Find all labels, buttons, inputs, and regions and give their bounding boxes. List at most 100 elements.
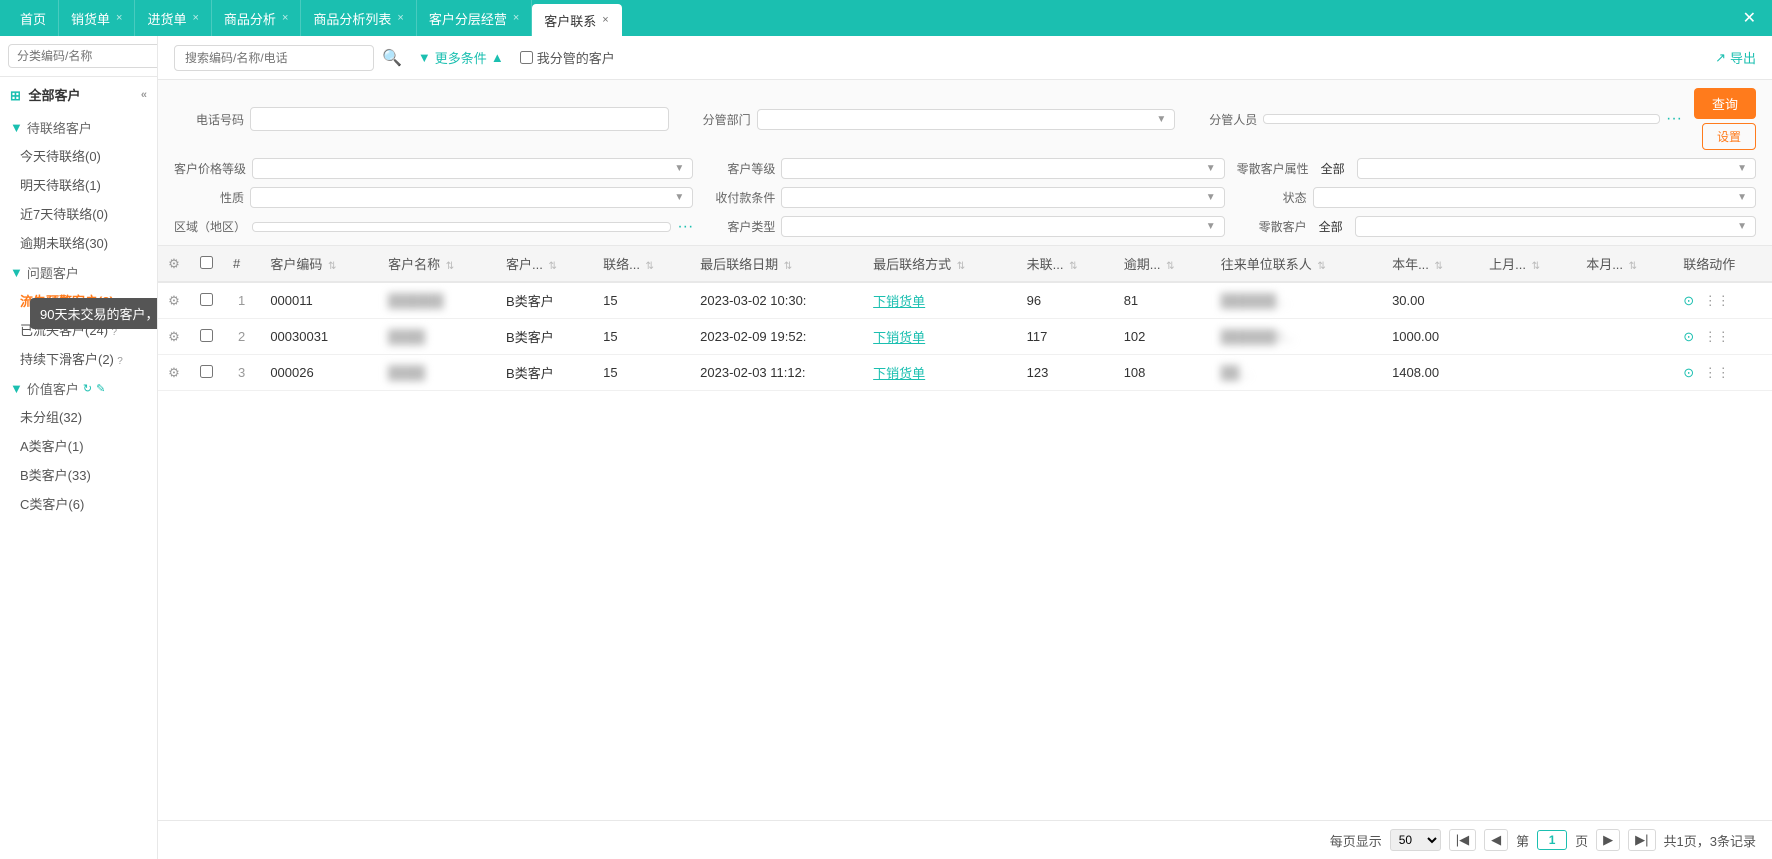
row-gear[interactable]: ⚙ — [158, 319, 190, 355]
row-last-month — [1479, 355, 1576, 391]
page-input[interactable] — [1537, 830, 1567, 850]
sidebar-group-pending[interactable]: ▼ 待联络客户 — [0, 112, 157, 141]
person-more-dots[interactable]: ··· — [1666, 110, 1682, 128]
row-last-method[interactable]: 下销货单 — [863, 355, 1016, 391]
action-link-icon[interactable]: ⊙ — [1683, 329, 1694, 344]
settings-button[interactable]: 设置 — [1702, 123, 1756, 150]
tab-sales[interactable]: 销货单 × — [59, 0, 135, 36]
filter-select-payment[interactable]: ▼ — [781, 187, 1224, 208]
filter-select-sparse-attr[interactable]: ▼ — [1357, 158, 1756, 179]
tooltip-box: 90天未交易的客户，可能有流失风险。 — [30, 298, 158, 329]
sidebar-item-ungrouped[interactable]: 未分组(32) — [0, 402, 157, 431]
col-contact-person[interactable]: 往来单位联系人 ⇅ — [1211, 246, 1382, 282]
filter-label-cust-level: 客户等级 — [705, 160, 775, 177]
select-all-checkbox[interactable] — [200, 256, 213, 269]
filter-search-input[interactable] — [174, 45, 374, 71]
filter-select-nature[interactable]: ▼ — [250, 187, 693, 208]
sidebar-item-today[interactable]: 今天待联络(0) — [0, 141, 157, 170]
tab-purchase[interactable]: 进货单 × — [135, 0, 211, 36]
filter-select-sparse-cust[interactable]: ▼ — [1355, 216, 1756, 237]
region-more-dots[interactable]: ··· — [677, 218, 693, 236]
row-action: ⊙ ⋮⋮ — [1673, 355, 1772, 391]
sidebar-search-input[interactable] — [8, 44, 158, 68]
row-gear[interactable]: ⚙ — [158, 355, 190, 391]
tab-analysis-close[interactable]: × — [282, 12, 288, 24]
col-code[interactable]: 客户编码 ⇅ — [260, 246, 378, 282]
tab-purchase-close[interactable]: × — [192, 12, 198, 24]
filter-select-status[interactable]: ▼ — [1313, 187, 1756, 208]
tab-customer-contact-close[interactable]: × — [602, 14, 608, 26]
sidebar-all-customers[interactable]: ⊞ 全部客户 « — [0, 77, 157, 112]
row-this-year: 1000.00 — [1382, 319, 1479, 355]
row-last-method[interactable]: 下销货单 — [863, 282, 1016, 319]
col-last-method[interactable]: 最后联络方式 ⇅ — [863, 246, 1016, 282]
col-type[interactable]: 客户... ⇅ — [496, 246, 593, 282]
per-page-select[interactable]: 50 100 200 — [1390, 829, 1441, 851]
window-close-button[interactable]: ✕ — [1735, 8, 1764, 28]
col-name[interactable]: 客户名称 ⇅ — [378, 246, 496, 282]
row-checkbox[interactable] — [200, 293, 213, 306]
sidebar-item-class-b[interactable]: B类客户(33) — [0, 460, 157, 489]
collapse-icon[interactable]: « — [141, 89, 147, 101]
tab-home[interactable]: 首页 — [8, 0, 59, 36]
col-overdue[interactable]: 逾期... ⇅ — [1114, 246, 1211, 282]
filter-input-phone[interactable] — [250, 107, 669, 131]
filter-select-price-level[interactable]: ▼ — [252, 158, 693, 179]
problem-arrow-icon: ▼ — [10, 265, 23, 280]
table-row: ⚙ 2 00030031 ████ B类客户 15 2023-02-09 19:… — [158, 319, 1772, 355]
sidebar-item-class-a[interactable]: A类客户(1) — [0, 431, 157, 460]
row-gear[interactable]: ⚙ — [158, 282, 190, 319]
page-last-button[interactable]: ▶| — [1628, 829, 1655, 851]
col-last-date[interactable]: 最后联络日期 ⇅ — [690, 246, 863, 282]
filter-select-region[interactable] — [252, 222, 671, 232]
row-overdue: 102 — [1114, 319, 1211, 355]
filter-label-nature: 性质 — [174, 189, 244, 206]
tab-customer-contact[interactable]: 客户联系 × — [532, 4, 621, 36]
sidebar-item-tomorrow[interactable]: 明天待联络(1) — [0, 170, 157, 199]
row-this-month — [1576, 282, 1673, 319]
my-customers-checkbox[interactable] — [520, 51, 533, 64]
sidebar-group-problem[interactable]: ▼ 问题客户 — [0, 257, 157, 286]
action-link-icon[interactable]: ⊙ — [1683, 293, 1694, 308]
sidebar-item-overdue[interactable]: 逾期未联络(30) — [0, 228, 157, 257]
sidebar-item-7days[interactable]: 近7天待联络(0) — [0, 199, 157, 228]
col-this-month[interactable]: 本月... ⇅ — [1576, 246, 1673, 282]
my-customers-checkbox-label[interactable]: 我分管的客户 — [520, 48, 615, 67]
filter-select-cust-type[interactable]: ▼ — [781, 216, 1224, 237]
sidebar-group-value[interactable]: ▼ 价值客户 ↻ ✎ — [0, 373, 157, 402]
more-conditions-button[interactable]: ▼ 更多条件 ▲ — [410, 44, 512, 71]
row-last-method[interactable]: 下销货单 — [863, 319, 1016, 355]
col-gear[interactable]: ⚙ — [158, 246, 190, 282]
col-this-year[interactable]: 本年... ⇅ — [1382, 246, 1479, 282]
tab-customer-tier[interactable]: 客户分层经营 × — [417, 0, 532, 36]
query-button[interactable]: 查询 — [1694, 88, 1756, 119]
tab-analysis-list[interactable]: 商品分析列表 × — [301, 0, 416, 36]
filter-select-cust-level[interactable]: ▼ — [781, 158, 1224, 179]
col-contacts[interactable]: 联络... ⇅ — [593, 246, 690, 282]
filter-select-person[interactable] — [1263, 114, 1660, 124]
page-next-button[interactable]: ▶ — [1596, 829, 1620, 851]
action-link-icon[interactable]: ⊙ — [1683, 365, 1694, 380]
action-more-icon[interactable]: ⋮⋮ — [1704, 329, 1730, 344]
tab-analysis-list-close[interactable]: × — [397, 12, 403, 24]
export-icon: ↗ — [1715, 50, 1726, 66]
col-not-contacted[interactable]: 未联... ⇅ — [1017, 246, 1114, 282]
tab-sales-close[interactable]: × — [116, 12, 122, 24]
col-checkbox — [190, 246, 223, 282]
tab-analysis[interactable]: 商品分析 × — [212, 0, 301, 36]
sidebar-item-class-c[interactable]: C类客户(6) — [0, 489, 157, 518]
filter-label-cust-type: 客户类型 — [705, 218, 775, 235]
row-checkbox[interactable] — [200, 329, 213, 342]
page-prev-button[interactable]: ◀ — [1484, 829, 1508, 851]
filter-search-button[interactable]: 🔍 — [382, 48, 402, 68]
action-more-icon[interactable]: ⋮⋮ — [1704, 365, 1730, 380]
filter-select-dept[interactable]: ▼ — [757, 109, 1176, 130]
page-first-button[interactable]: |◀ — [1449, 829, 1476, 851]
col-last-month[interactable]: 上月... ⇅ — [1479, 246, 1576, 282]
export-button[interactable]: ↗ 导出 — [1715, 48, 1756, 67]
tab-customer-tier-close[interactable]: × — [513, 12, 519, 24]
row-last-date: 2023-02-03 11:12: — [690, 355, 863, 391]
row-checkbox[interactable] — [200, 365, 213, 378]
action-more-icon[interactable]: ⋮⋮ — [1704, 293, 1730, 308]
sidebar-item-declining[interactable]: 持续下滑客户(2) ? — [0, 344, 157, 373]
